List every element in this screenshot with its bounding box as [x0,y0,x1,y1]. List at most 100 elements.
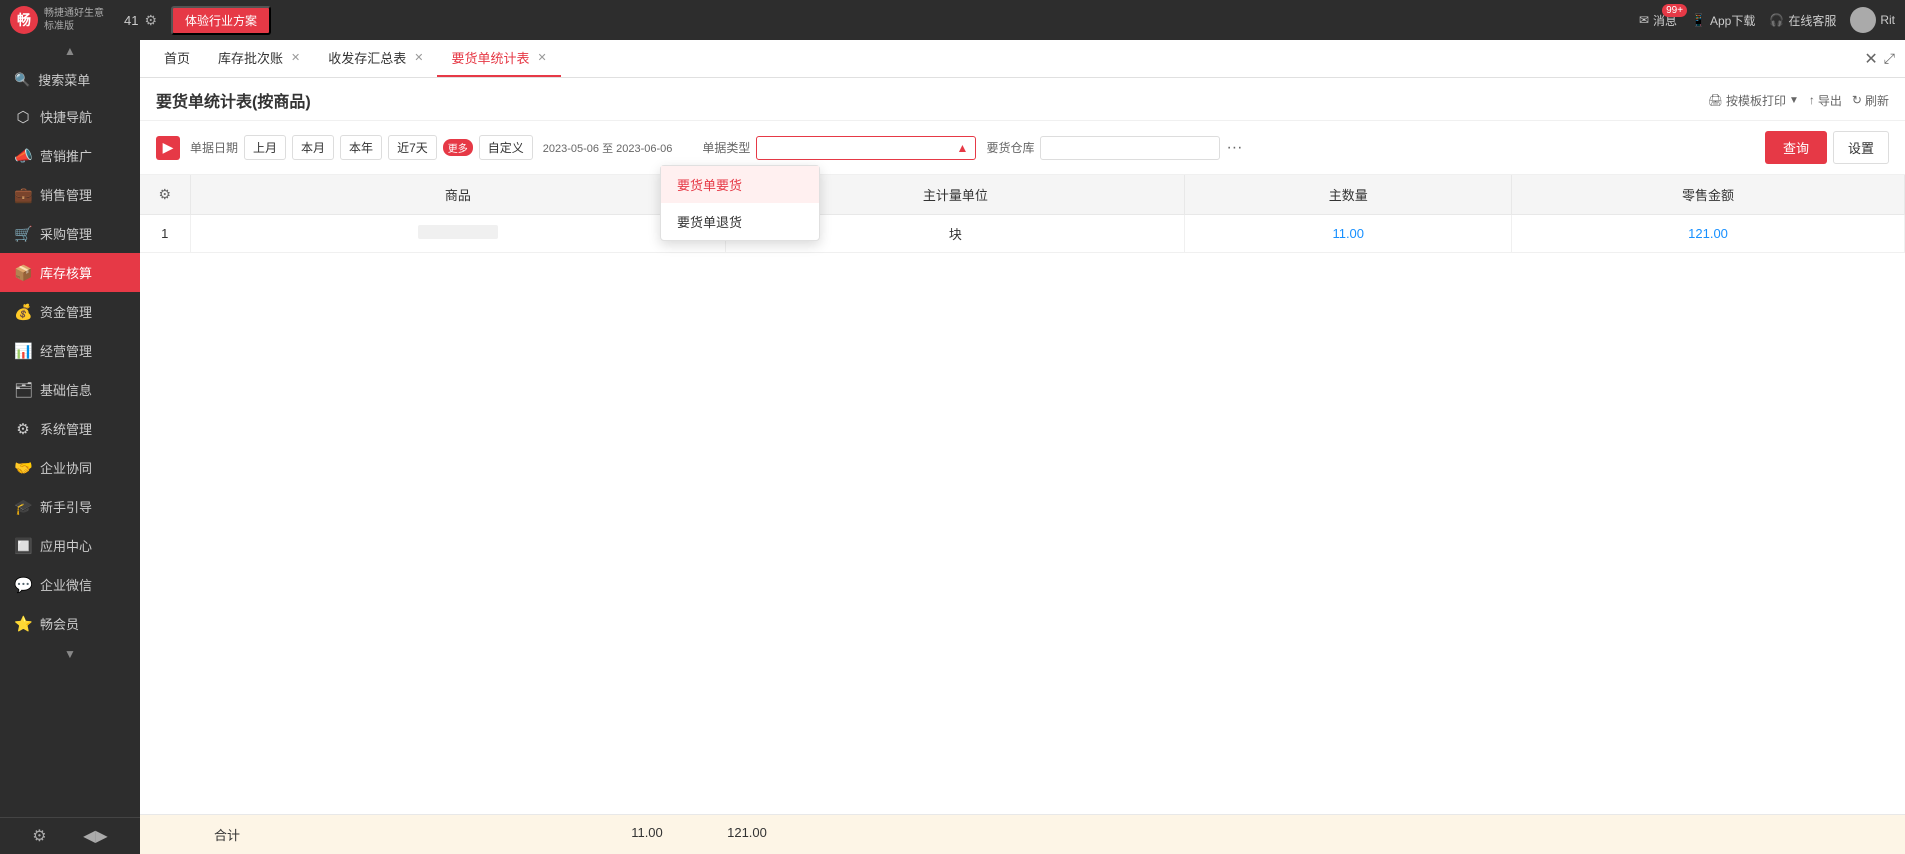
quantity-link[interactable]: 11.00 [1332,226,1364,241]
col-quantity: 主数量 [1185,175,1512,215]
online-service-btn[interactable]: 🎧 在线客服 [1769,12,1836,29]
refresh-btn[interactable]: ↻ 刷新 [1852,92,1889,109]
filter-expand-btn[interactable]: ▶ [156,136,180,160]
footer-total-amount: 121.00 [702,825,792,844]
sidebar-item-system[interactable]: ⚙ 系统管理 [0,409,140,448]
sidebar-item-apps[interactable]: 🔲 应用中心 [0,526,140,565]
sidebar-item-guide[interactable]: 🎓 新手引导 [0,487,140,526]
top-header: 畅 畅捷通好生意 标准版 41 ⚙ 体验行业方案 ✉ 消息 99+ 📱 App下… [0,0,1905,40]
tab-bar-actions: ✕ ⤢ [1864,49,1895,69]
main-content: 首页 库存批次账 ✕ 收发存汇总表 ✕ 要货单统计表 ✕ ✕ ⤢ 要 [140,40,1905,854]
page-title-actions: 🖨 按模板打印 ▼ ↑ 导出 ↻ 刷新 [1708,92,1889,109]
cell-product [190,215,726,253]
filter-type-wrapper: ▲ [756,136,976,160]
logo-text: 畅捷通好生意 标准版 [44,7,104,33]
top-header-right: ✉ 消息 99+ 📱 App下载 🎧 在线客服 Rit [1639,7,1895,33]
filter-more-btn[interactable]: ··· [1226,139,1242,157]
tab-summary[interactable]: 收发存汇总表 ✕ [314,40,437,77]
sidebar-item-inventory[interactable]: 📦 库存核算 [0,253,140,292]
filter-warehouse-input[interactable] [1040,136,1220,160]
table-gear-icon[interactable]: ⚙ [158,186,171,202]
dropdown-item-order[interactable]: 要货单要货 [661,166,819,203]
member-icon: ⭐ [14,615,32,633]
tab-bar-close-icon[interactable]: ✕ [1864,49,1877,69]
filter-last-month-btn[interactable]: 上月 [244,135,286,160]
printer-icon: 🖨 [1708,93,1723,107]
filter-this-month-btn[interactable]: 本月 [292,135,334,160]
sidebar-item-marketing[interactable]: 📣 营销推广 [0,136,140,175]
sidebar-toggle-icon[interactable]: ◀▶ [83,826,108,846]
tab-batch[interactable]: 库存批次账 ✕ [204,40,314,77]
tab-order-stats[interactable]: 要货单统计表 ✕ [437,40,560,77]
logo-icon: 畅 [10,6,38,34]
sidebar-item-finance[interactable]: 💰 资金管理 [0,292,140,331]
table-row: 1 块 11.00 121.00 [140,215,1905,253]
app-logo: 畅 畅捷通好生意 标准版 [10,6,104,34]
page-title: 要货单统计表(按商品) [156,88,311,112]
tab-bar: 首页 库存批次账 ✕ 收发存汇总表 ✕ 要货单统计表 ✕ ✕ ⤢ [140,40,1905,78]
filter-7days-btn[interactable]: 近7天 [388,135,437,160]
app-body: ▲ 🔍 搜索菜单 ⬡ 快捷导航 📣 营销推广 💼 销售管理 🛒 采购管理 📦 库… [0,40,1905,854]
page-area: 要货单统计表(按商品) 🖨 按模板打印 ▼ ↑ 导出 ↻ 刷新 [140,78,1905,854]
filter-this-year-btn[interactable]: 本年 [340,135,382,160]
sidebar: ▲ 🔍 搜索菜单 ⬡ 快捷导航 📣 营销推广 💼 销售管理 🛒 采购管理 📦 库… [0,40,140,854]
top-settings-icon[interactable]: ⚙ [144,12,157,29]
filter-date-section: 单据日期 上月 本月 本年 近7天 更多 自定义 [190,135,533,160]
filter-type-input[interactable] [756,136,976,160]
product-placeholder [418,225,498,239]
purchase-icon: 🛒 [14,225,32,243]
sidebar-item-purchase[interactable]: 🛒 采购管理 [0,214,140,253]
sidebar-item-enterprise[interactable]: 🤝 企业协同 [0,448,140,487]
filter-type-section: 单据类型 ▲ [702,136,976,160]
tab-bar-expand-icon[interactable]: ⤢ [1884,50,1895,67]
sidebar-item-sales[interactable]: 💼 销售管理 [0,175,140,214]
guide-icon: 🎓 [14,498,32,516]
tab-batch-close[interactable]: ✕ [291,51,300,64]
sidebar-item-operations[interactable]: 📊 经营管理 [0,331,140,370]
quick-nav-icon: ⬡ [14,108,32,126]
sidebar-item-member[interactable]: ⭐ 畅会员 [0,604,140,643]
filter-custom-btn[interactable]: 自定义 [479,135,533,160]
message-btn[interactable]: ✉ 消息 99+ [1639,12,1677,29]
footer-total-label: 合计 [202,825,502,844]
tab-home[interactable]: 首页 [150,40,204,77]
app-download-btn[interactable]: 📱 App下载 [1691,12,1755,29]
table-footer: 合计 11.00 121.00 [140,814,1905,854]
col-settings[interactable]: ⚙ [140,175,190,215]
print-template-btn[interactable]: 🖨 按模板打印 ▼ [1708,92,1799,109]
footer-total-quantity: 11.00 [602,825,692,844]
tab-order-stats-close[interactable]: ✕ [538,51,547,64]
tab-summary-close[interactable]: ✕ [414,51,423,64]
sales-icon: 💼 [14,186,32,204]
user-avatar[interactable]: Rit [1850,7,1895,33]
sidebar-scroll-down[interactable]: ▼ [0,643,140,665]
dropdown-item-return[interactable]: 要货单退货 [661,203,819,240]
footer-cells: 合计 11.00 121.00 [152,825,1893,844]
print-dropdown-icon: ▼ [1789,95,1799,106]
amount-link[interactable]: 121.00 [1688,226,1728,241]
sidebar-item-basic[interactable]: 🗂 基础信息 [0,370,140,409]
data-table: ⚙ 商品 主计量单位 主数量 零售金额 1 [140,175,1905,253]
type-dropdown: 要货单要货 要货单退货 [660,165,820,241]
sidebar-item-quick-nav[interactable]: ⬡ 快捷导航 [0,97,140,136]
sidebar-scroll-up[interactable]: ▲ [0,40,140,62]
search-icon: 🔍 [14,72,30,88]
col-product: 商品 [190,175,726,215]
sidebar-search[interactable]: 🔍 搜索菜单 [0,62,140,97]
filter-bar: ▶ 单据日期 上月 本月 本年 近7天 更多 自定义 2023-05-06 至 … [140,121,1905,175]
query-btn[interactable]: 查询 [1765,131,1827,164]
top-header-tabs: 41 ⚙ 体验行业方案 [124,6,1639,35]
apps-icon: 🔲 [14,537,32,555]
trial-btn[interactable]: 体验行业方案 [171,6,271,35]
message-badge: 99+ [1662,4,1687,17]
sidebar-item-wechat[interactable]: 💬 企业微信 [0,565,140,604]
operations-icon: 📊 [14,342,32,360]
page-title-bar: 要货单统计表(按商品) 🖨 按模板打印 ▼ ↑ 导出 ↻ 刷新 [140,78,1905,121]
col-amount: 零售金额 [1512,175,1905,215]
settings-btn[interactable]: 设置 [1833,131,1889,164]
marketing-icon: 📣 [14,147,32,165]
filter-more-date-badge[interactable]: 更多 [443,139,473,156]
sidebar-settings-icon[interactable]: ⚙ [32,826,46,846]
export-btn[interactable]: ↑ 导出 [1809,92,1842,109]
avatar [1850,7,1876,33]
